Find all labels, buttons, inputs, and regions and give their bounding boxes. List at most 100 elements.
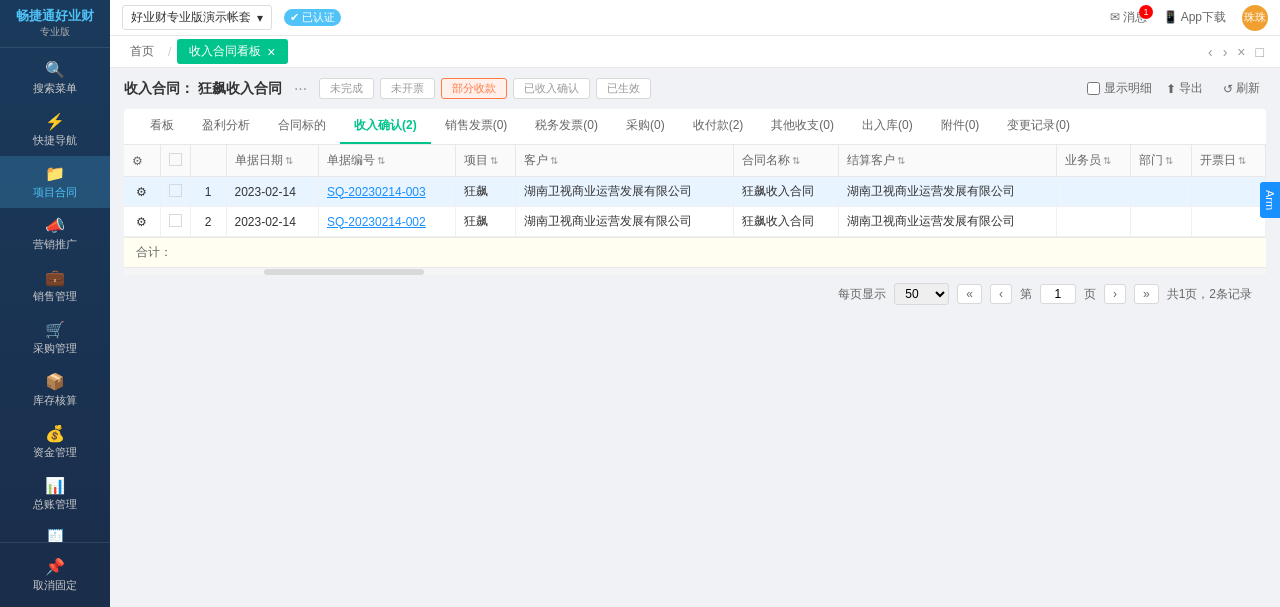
td-project: 狂飙 — [455, 207, 515, 237]
per-page-select[interactable]: 50 100 200 — [894, 283, 949, 305]
select-all-checkbox[interactable] — [169, 153, 182, 166]
show-detail-checkbox[interactable]: 显示明细 — [1087, 80, 1152, 97]
prev-page-button[interactable]: ‹ — [990, 284, 1012, 304]
inner-tab-合同标的[interactable]: 合同标的 — [264, 109, 340, 144]
td-bill-no[interactable]: SQ-20230214-002 — [318, 207, 455, 237]
th-open-date[interactable]: 开票日⇅ — [1191, 145, 1265, 177]
td-settings[interactable]: ⚙ — [124, 177, 160, 207]
inner-tab-变更记录[interactable]: 变更记录(0) — [993, 109, 1084, 144]
page-number-input[interactable] — [1040, 284, 1076, 304]
side-tooltip[interactable]: Arm — [1260, 182, 1280, 218]
row-checkbox[interactable] — [169, 214, 182, 227]
app-download-button[interactable]: 📱 App下载 — [1163, 9, 1226, 26]
th-bill-no[interactable]: 单据编号⇅ — [318, 145, 455, 177]
sort-customer-icon: ⇅ — [550, 155, 558, 166]
td-contract: 狂飙收入合同 — [733, 177, 838, 207]
th-settings[interactable]: ⚙ — [124, 145, 160, 177]
horizontal-scrollbar[interactable] — [124, 267, 1266, 275]
td-check[interactable] — [160, 207, 190, 237]
td-bill-no[interactable]: SQ-20230214-003 — [318, 177, 455, 207]
app-download-label: App下载 — [1181, 10, 1226, 24]
inner-tab-出入库[interactable]: 出入库(0) — [848, 109, 927, 144]
status-btn-uninvoiced[interactable]: 未开票 — [380, 78, 435, 99]
bill-no-link[interactable]: SQ-20230214-003 — [327, 185, 426, 199]
sidebar-item-label: 搜索菜单 — [33, 81, 77, 96]
th-contract[interactable]: 合同名称⇅ — [733, 145, 838, 177]
inner-tab-附件[interactable]: 附件(0) — [927, 109, 994, 144]
export-label: 导出 — [1179, 80, 1203, 97]
sidebar-item-营销推广[interactable]: 📣营销推广 — [0, 208, 110, 260]
tab-prev-button[interactable]: ‹ — [1204, 42, 1217, 62]
message-button[interactable]: ✉ 消息 1 — [1110, 9, 1147, 26]
sidebar-item-搜索菜单[interactable]: 🔍搜索菜单 — [0, 52, 110, 104]
inner-tab-采购[interactable]: 采购(0) — [612, 109, 679, 144]
sidebar: 畅捷通好业财 专业版 🔍搜索菜单⚡快捷导航📁项目合同📣营销推广💼销售管理🛒采购管… — [0, 0, 110, 607]
sort-settle-icon: ⇅ — [897, 155, 905, 166]
th-project[interactable]: 项目⇅ — [455, 145, 515, 177]
company-selector[interactable]: 好业财专业版演示帐套 ▾ — [122, 5, 272, 30]
status-btn-partial[interactable]: 部分收款 — [441, 78, 507, 99]
tab-home[interactable]: 首页 — [122, 43, 162, 60]
tab-contract-board[interactable]: 收入合同看板 × — [177, 39, 287, 64]
refresh-button[interactable]: ↺ 刷新 — [1217, 78, 1266, 99]
sidebar-item-unpin[interactable]: 📌 取消固定 — [0, 549, 110, 601]
inner-tab-收付款[interactable]: 收付款(2) — [679, 109, 758, 144]
tab-controls: ‹ › × □ — [1204, 42, 1268, 62]
sidebar-item-销售管理[interactable]: 💼销售管理 — [0, 260, 110, 312]
inner-tab-看板[interactable]: 看板 — [136, 109, 188, 144]
sidebar-item-发票管理[interactable]: 🧾发票管理 — [0, 520, 110, 542]
sidebar-item-资金管理[interactable]: 💰资金管理 — [0, 416, 110, 468]
first-page-button[interactable]: « — [957, 284, 982, 304]
side-tooltip-text: Arm — [1264, 190, 1276, 210]
row-checkbox[interactable] — [169, 184, 182, 197]
td-dept — [1131, 207, 1191, 237]
next-page-button[interactable]: › — [1104, 284, 1126, 304]
more-button[interactable]: ··· — [294, 80, 307, 98]
last-page-button[interactable]: » — [1134, 284, 1159, 304]
tab-close-icon[interactable]: × — [267, 44, 275, 60]
sidebar-item-项目合同[interactable]: 📁项目合同 — [0, 156, 110, 208]
td-dept — [1131, 177, 1191, 207]
app-logo-sub: 专业版 — [0, 25, 110, 39]
data-table: ⚙ 单据日期⇅ 单据编号⇅ 项目⇅ 客户⇅ 合同名称⇅ 结算客户⇅ 业务员⇅ 部… — [124, 145, 1266, 237]
sidebar-item-快捷导航[interactable]: ⚡快捷导航 — [0, 104, 110, 156]
check-icon: ✔ — [290, 11, 299, 23]
tab-next-button[interactable]: › — [1219, 42, 1232, 62]
sort-bill-icon: ⇅ — [377, 155, 385, 166]
status-btn-confirmed[interactable]: 已收入确认 — [513, 78, 590, 99]
sidebar-icon: 🧾 — [45, 528, 65, 542]
sidebar-item-库存核算[interactable]: 📦库存核算 — [0, 364, 110, 416]
show-detail-input[interactable] — [1087, 82, 1100, 95]
sidebar-item-采购管理[interactable]: 🛒采购管理 — [0, 312, 110, 364]
status-btn-incomplete[interactable]: 未完成 — [319, 78, 374, 99]
chevron-down-icon: ▾ — [257, 11, 263, 25]
sidebar-item-总账管理[interactable]: 📊总账管理 — [0, 468, 110, 520]
inner-tab-盈利分析[interactable]: 盈利分析 — [188, 109, 264, 144]
table-row[interactable]: ⚙ 1 2023-02-14 SQ-20230214-003 狂飙 湖南卫视商业… — [124, 177, 1266, 207]
inner-tab-税务发票[interactable]: 税务发票(0) — [521, 109, 612, 144]
export-button[interactable]: ⬆ 导出 — [1160, 78, 1209, 99]
content-box: 看板盈利分析合同标的收入确认(2)销售发票(0)税务发票(0)采购(0)收付款(… — [124, 109, 1266, 275]
table-row[interactable]: ⚙ 2 2023-02-14 SQ-20230214-002 狂飙 湖南卫视商业… — [124, 207, 1266, 237]
title-prefix: 收入合同： — [124, 80, 194, 96]
page-label: 第 — [1020, 286, 1032, 303]
sidebar-icon: 💼 — [45, 268, 65, 287]
th-salesperson[interactable]: 业务员⇅ — [1057, 145, 1131, 177]
tab-close-all-button[interactable]: × — [1233, 42, 1249, 62]
td-settings[interactable]: ⚙ — [124, 207, 160, 237]
th-settle-customer[interactable]: 结算客户⇅ — [838, 145, 1056, 177]
page-header: 收入合同： 狂飙收入合同 ··· 未完成未开票部分收款已收入确认已生效 显示明细… — [124, 78, 1266, 99]
inner-tab-其他收支[interactable]: 其他收支(0) — [757, 109, 848, 144]
bill-no-link[interactable]: SQ-20230214-002 — [327, 215, 426, 229]
tab-pin-button[interactable]: □ — [1252, 42, 1268, 62]
sidebar-item-label: 总账管理 — [33, 497, 77, 512]
table-wrapper: ⚙ 单据日期⇅ 单据编号⇅ 项目⇅ 客户⇅ 合同名称⇅ 结算客户⇅ 业务员⇅ 部… — [124, 145, 1266, 237]
inner-tab-销售发票[interactable]: 销售发票(0) — [431, 109, 522, 144]
status-btn-effective[interactable]: 已生效 — [596, 78, 651, 99]
inner-tab-收入确认[interactable]: 收入确认(2) — [340, 109, 431, 144]
th-customer[interactable]: 客户⇅ — [515, 145, 733, 177]
th-date[interactable]: 单据日期⇅ — [226, 145, 318, 177]
td-check[interactable] — [160, 177, 190, 207]
sidebar-icon: 📁 — [45, 164, 65, 183]
th-dept[interactable]: 部门⇅ — [1131, 145, 1191, 177]
